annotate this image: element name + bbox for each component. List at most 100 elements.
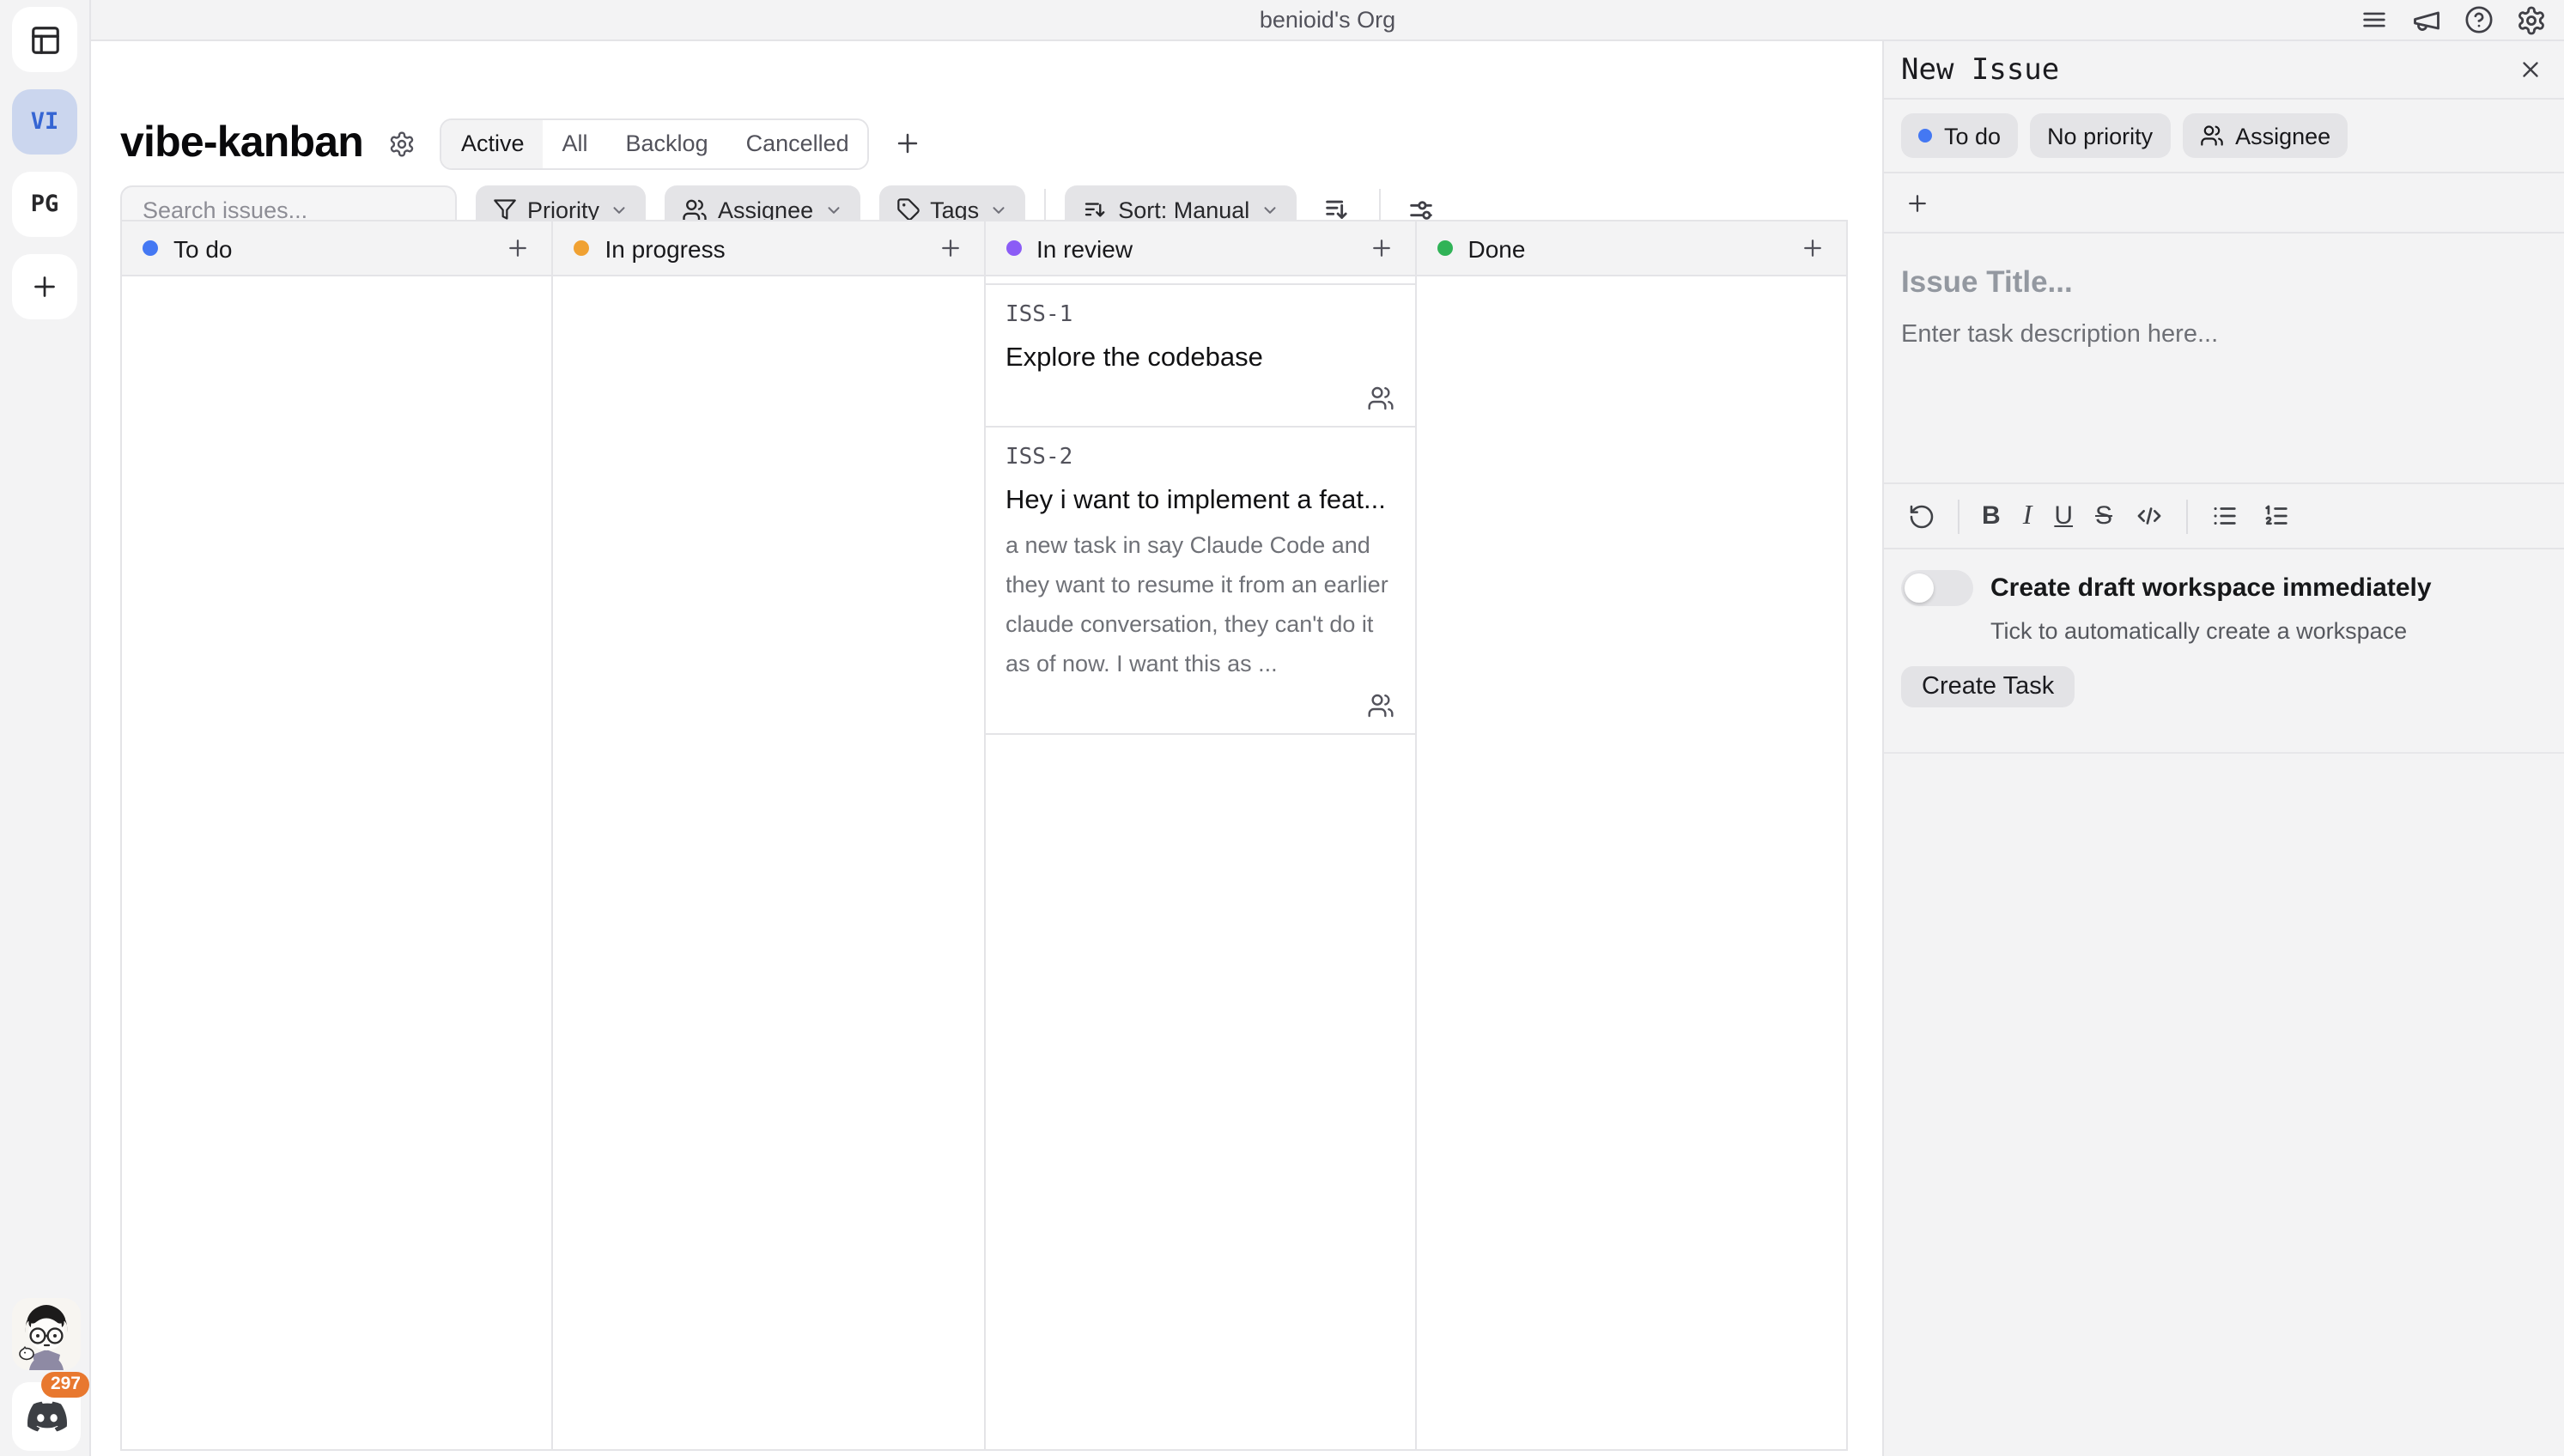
plus-icon: [29, 271, 60, 302]
issue-card[interactable]: ISS-1 Explore the codebase: [985, 283, 1415, 428]
menu-button[interactable]: [2360, 5, 2389, 34]
sort-label: Sort: Manual: [1118, 197, 1249, 222]
ordered-list-button[interactable]: [2262, 501, 2291, 531]
code-button[interactable]: [2135, 501, 2164, 531]
add-card-button[interactable]: [506, 235, 532, 261]
gear-icon: [389, 130, 416, 157]
settings-button[interactable]: [2516, 4, 2547, 35]
divider: [2186, 499, 2188, 533]
add-card-button[interactable]: [1800, 235, 1826, 261]
add-card-button[interactable]: [937, 235, 963, 261]
issue-description-input[interactable]: Enter task description here...: [1901, 319, 2547, 352]
tag-icon: [896, 197, 920, 221]
italic-button[interactable]: I: [2023, 503, 2032, 529]
panels-top-left-icon: [28, 23, 61, 56]
priority-filter-label: Priority: [527, 197, 599, 222]
assignee-users-icon[interactable]: [1367, 385, 1394, 412]
workspace-item-pg[interactable]: PG: [12, 172, 77, 237]
megaphone-icon: [2411, 4, 2442, 35]
users-icon: [682, 197, 708, 222]
user-avatar[interactable]: [12, 1298, 81, 1370]
announcements-button[interactable]: [2411, 4, 2442, 35]
chevron-down-icon: [1260, 200, 1279, 219]
hamburger-menu-icon: [2360, 5, 2389, 34]
column-title: Done: [1468, 234, 1785, 262]
issue-property-chips: To do No priority Assignee: [1884, 100, 2564, 173]
issue-description: a new task in say Claude Code and they w…: [1006, 525, 1394, 683]
draft-workspace-section: Create draft workspace immediately Tick …: [1884, 549, 2564, 646]
create-task-button[interactable]: Create Task: [1901, 666, 2075, 707]
create-draft-workspace-toggle[interactable]: [1901, 570, 1973, 606]
bold-button[interactable]: B: [1982, 503, 2001, 529]
column-header: Done: [1417, 221, 1847, 276]
project-settings-button[interactable]: [389, 130, 416, 157]
undo-button[interactable]: [1908, 502, 1935, 530]
tab-cancelled[interactable]: Cancelled: [727, 119, 868, 167]
issue-id: ISS-1: [1006, 300, 1394, 330]
underline-button[interactable]: U: [2054, 503, 2073, 529]
toggle-knob: [1905, 573, 1934, 603]
status-dot-todo: [143, 240, 158, 256]
status-dot-in-review: [1006, 240, 1021, 256]
panel-title: New Issue: [1901, 52, 2518, 87]
priority-chip-label: No priority: [2047, 123, 2153, 149]
panels-toggle-button[interactable]: [12, 7, 77, 72]
assignee-chip[interactable]: Assignee: [2182, 113, 2348, 158]
discord-notification-badge: 297: [42, 1372, 89, 1398]
column-header: In progress: [554, 221, 984, 276]
issue-title: Explore the codebase: [1006, 342, 1394, 376]
close-panel-button[interactable]: [2518, 57, 2543, 82]
workspace-initials: VI: [31, 108, 59, 136]
add-view-button[interactable]: [894, 129, 923, 158]
top-bar: benioid's Org: [91, 0, 2564, 41]
ordered-list-icon: [2262, 501, 2291, 531]
tags-filter-label: Tags: [930, 197, 979, 222]
toggle-hint: Tick to automatically create a workspace: [1990, 616, 2547, 646]
add-card-button[interactable]: [1369, 235, 1394, 261]
add-workspace-button[interactable]: [12, 254, 77, 319]
users-icon: [2199, 124, 2223, 148]
assignee-filter-label: Assignee: [718, 197, 813, 222]
workspace-initials: PG: [31, 191, 59, 218]
workspace-item-vi[interactable]: VI: [12, 89, 77, 155]
tab-all[interactable]: All: [544, 119, 607, 167]
help-button[interactable]: [2464, 5, 2494, 34]
column-body[interactable]: [1417, 276, 1847, 1449]
kanban-board: To do In progress: [120, 220, 1848, 1451]
issue-title-input[interactable]: Issue Title...: [1901, 263, 2547, 300]
issue-id: ISS-2: [1006, 443, 1394, 472]
gear-icon: [2516, 4, 2547, 35]
discord-button[interactable]: 297: [12, 1382, 81, 1451]
priority-chip[interactable]: No priority: [2030, 113, 2170, 158]
board-page: vibe-kanban Active All Backlog Cancelled: [91, 41, 1882, 1456]
page-title: vibe-kanban: [120, 118, 363, 168]
add-property-button[interactable]: [1905, 190, 1930, 215]
column-body[interactable]: [122, 276, 552, 1449]
tab-active[interactable]: Active: [442, 119, 544, 167]
code-icon: [2135, 501, 2164, 531]
chevron-down-icon: [823, 200, 842, 219]
status-chip[interactable]: To do: [1901, 113, 2018, 158]
assignee-users-icon[interactable]: [1367, 692, 1394, 719]
bullet-list-button[interactable]: [2210, 501, 2239, 531]
status-chip-label: To do: [1944, 123, 2001, 149]
status-dot-done: [1437, 240, 1453, 256]
issue-card[interactable]: ISS-2 Hey i want to implement a feat... …: [985, 428, 1415, 735]
column-title: In progress: [605, 234, 922, 262]
chevron-down-icon: [989, 200, 1008, 219]
view-tab-group: Active All Backlog Cancelled: [440, 118, 870, 169]
strikethrough-button[interactable]: S: [2095, 503, 2112, 529]
funnel-icon: [493, 197, 517, 221]
plus-icon: [1905, 190, 1930, 215]
tab-backlog[interactable]: Backlog: [607, 119, 727, 167]
column-body[interactable]: ISS-1 Explore the codebase ISS-2 Hey i w…: [985, 276, 1415, 1449]
column-header: To do: [122, 221, 552, 276]
column-body[interactable]: [554, 276, 984, 1449]
org-name: benioid's Org: [91, 0, 2564, 39]
editor-toolbar: B I U S: [1884, 482, 2564, 549]
status-dot-in-progress: [574, 240, 590, 256]
column-done: Done: [1415, 221, 1847, 1449]
panel-header: New Issue: [1884, 41, 2564, 100]
column-in-review: In review ISS-1 Explore the codebase: [983, 221, 1415, 1449]
status-dot-todo: [1918, 129, 1932, 143]
